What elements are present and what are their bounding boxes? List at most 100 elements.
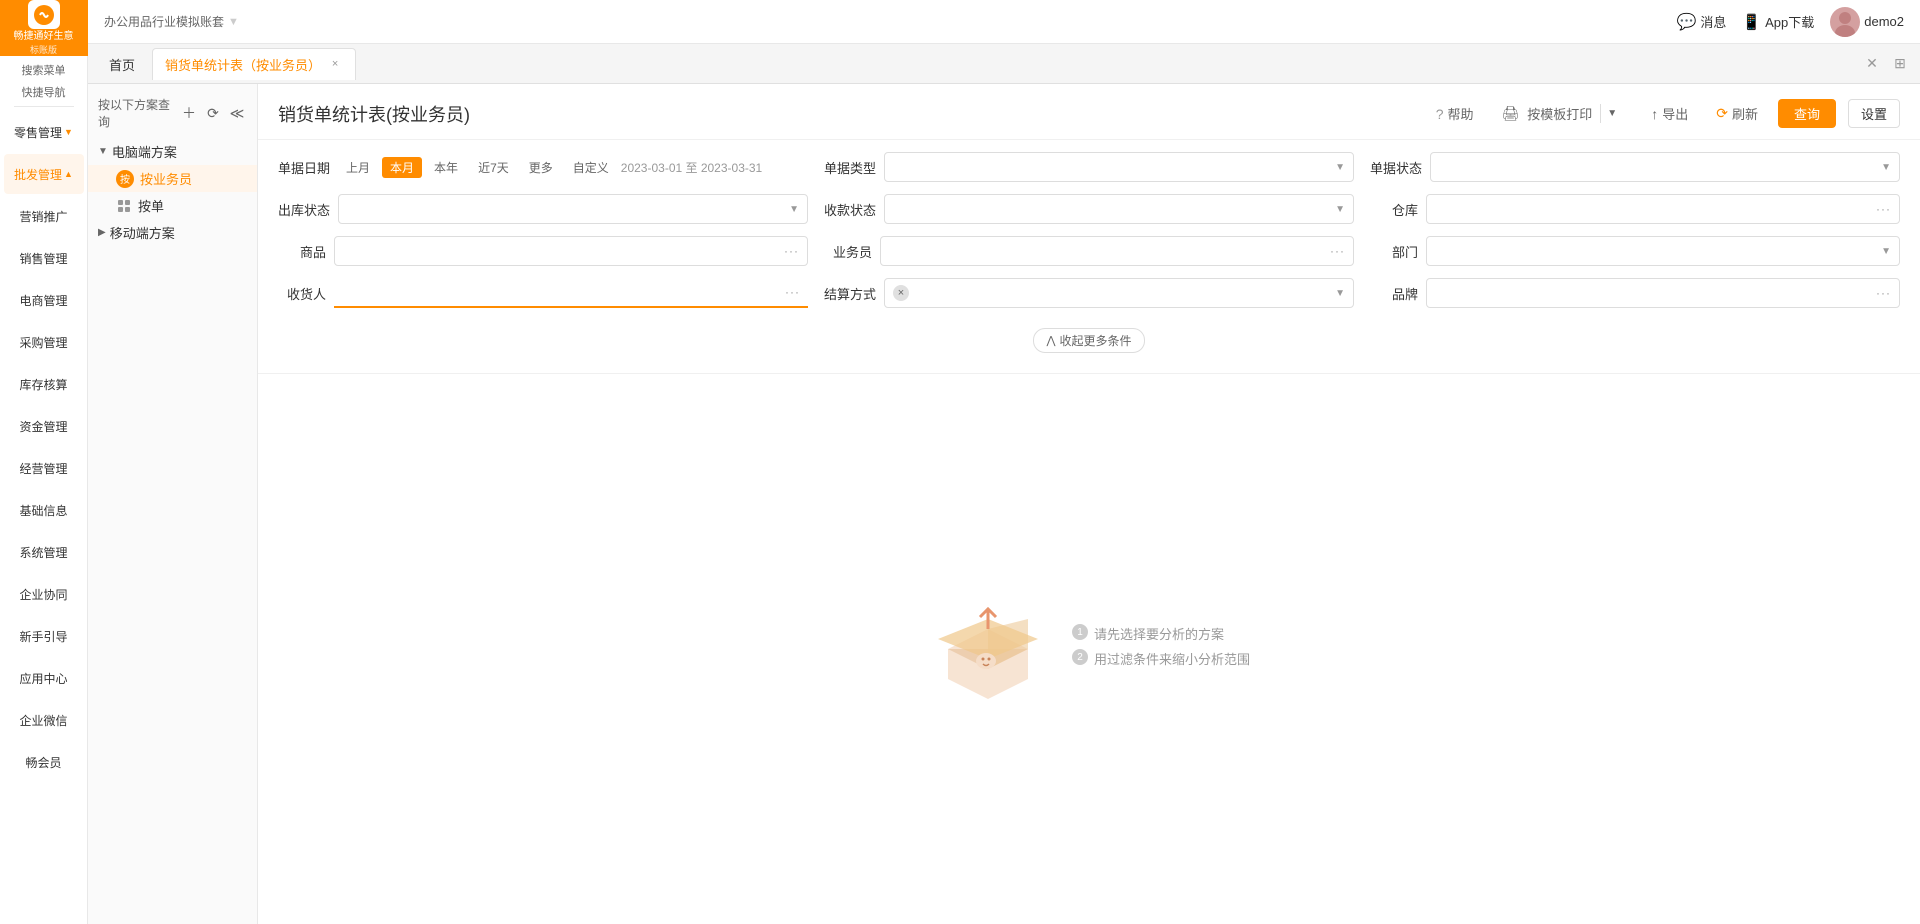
- date-tab-more[interactable]: 更多: [521, 157, 561, 178]
- empty-inner: 1 请先选择要分析的方案 2 用过滤条件来缩小分析范围: [928, 599, 1250, 699]
- refresh-scheme-btn[interactable]: ⟳: [203, 103, 223, 123]
- sidebar-item-basic[interactable]: 基础信息: [4, 490, 84, 530]
- filter-settlement: 结算方式 × ▼: [824, 278, 1354, 308]
- out-status-arrow-icon: ▼: [789, 204, 799, 215]
- sales-rep-input[interactable]: ···: [880, 236, 1354, 266]
- filter-sales-rep: 业务员 ···: [824, 236, 1354, 266]
- help-btn[interactable]: ? 帮助: [1428, 100, 1482, 127]
- tree-group-desktop-label[interactable]: ▼ 电脑端方案: [88, 138, 257, 165]
- sidebar-item-operations[interactable]: 经营管理: [4, 448, 84, 488]
- settlement-clear-btn[interactable]: ×: [893, 285, 909, 301]
- by-order-icon: [116, 198, 132, 214]
- sidebar: 畅捷通好生意 标账版 搜索菜单 快捷导航 零售管理 ▼ 批发管理 ▲ 营销推广 …: [0, 0, 88, 924]
- tab-maximize-btn[interactable]: ⊞: [1888, 52, 1912, 76]
- message-btn[interactable]: 💬 消息: [1676, 12, 1726, 32]
- collapse-btn[interactable]: ⋀ 收起更多条件: [1033, 328, 1144, 353]
- print-arrow-icon[interactable]: ▼: [1600, 104, 1623, 123]
- empty-illustration: [928, 599, 1048, 699]
- date-tab-custom[interactable]: 自定义: [565, 157, 617, 178]
- filter-out-status: 出库状态 ▼: [278, 194, 808, 224]
- sidebar-item-sales-label: 销售管理: [19, 250, 67, 267]
- doc-status-input[interactable]: ▼: [1430, 152, 1900, 182]
- sidebar-item-enterprise[interactable]: 企业协同: [4, 574, 84, 614]
- sidebar-item-operations-label: 经营管理: [19, 460, 67, 477]
- filter-doc-type: 单据类型 ▼: [824, 152, 1354, 182]
- app-download-btn[interactable]: 📱 App下载: [1742, 12, 1814, 31]
- dept-input[interactable]: ▼: [1426, 236, 1900, 266]
- out-status-input[interactable]: ▼: [338, 194, 808, 224]
- tab-sales-stat[interactable]: 销货单统计表（按业务员） ×: [152, 48, 356, 80]
- receipt-status-input[interactable]: ▼: [884, 194, 1354, 224]
- print-icon: 🖨: [1502, 105, 1520, 122]
- sidebar-item-member[interactable]: 畅会员: [4, 742, 84, 782]
- product-input[interactable]: ···: [334, 236, 808, 266]
- user-avatar-btn[interactable]: demo2: [1830, 7, 1904, 37]
- date-tab-this-month[interactable]: 本月: [382, 157, 422, 178]
- settings-label: 设置: [1861, 104, 1887, 123]
- sidebar-item-retail[interactable]: 零售管理 ▼: [4, 112, 84, 152]
- settings-btn[interactable]: 设置: [1848, 99, 1900, 128]
- print-btn[interactable]: 🖨 按模板打印 ▼: [1494, 96, 1632, 131]
- tree-group-desktop: ▼ 电脑端方案 按 按业务员 按单: [88, 138, 257, 219]
- page-title: 销货单统计表(按业务员): [278, 101, 470, 127]
- search-menu-label: 搜索菜单: [4, 62, 83, 78]
- consignee-input[interactable]: ···: [334, 278, 808, 308]
- settlement-label: 结算方式: [824, 284, 876, 303]
- date-filter-tabs: 上月 本月 本年 近7天 更多 自定义: [338, 157, 617, 178]
- brand-input[interactable]: ···: [1426, 278, 1900, 308]
- add-scheme-btn[interactable]: ＋: [179, 103, 199, 123]
- user-name: demo2: [1864, 14, 1904, 29]
- filter-row-3: 商品 ··· 业务员 ··· 部门: [278, 236, 1900, 266]
- sidebar-item-wholesale[interactable]: 批发管理 ▲: [4, 154, 84, 194]
- tab-close-all-btn[interactable]: ✕: [1860, 52, 1884, 76]
- collapse-row: ⋀ 收起更多条件: [278, 320, 1900, 361]
- brand-label: 品牌: [1370, 284, 1418, 303]
- search-menu-btn[interactable]: 搜索菜单: [0, 56, 87, 80]
- sidebar-item-system[interactable]: 系统管理: [4, 532, 84, 572]
- query-btn[interactable]: 查询: [1778, 99, 1836, 128]
- sidebar-item-newbie[interactable]: 新手引导: [4, 616, 84, 656]
- filter-consignee: 收货人 ···: [278, 278, 808, 308]
- refresh-btn[interactable]: ⟳ 刷新: [1708, 100, 1766, 127]
- quick-nav-btn[interactable]: 快捷导航: [0, 80, 87, 102]
- tree-group-mobile-label[interactable]: ▶ 移动端方案: [88, 219, 257, 246]
- filter-dept: 部门 ▼: [1370, 236, 1900, 266]
- filter-product: 商品 ···: [278, 236, 808, 266]
- date-tab-last-7[interactable]: 近7天: [470, 157, 517, 178]
- empty-step-2-text: 用过滤条件来缩小分析范围: [1094, 649, 1250, 668]
- phone-icon: 📱: [1742, 13, 1761, 31]
- app-name: 畅捷通好生意: [14, 31, 74, 43]
- sidebar-item-appcenter[interactable]: 应用中心: [4, 658, 84, 698]
- settlement-input[interactable]: × ▼: [884, 278, 1354, 308]
- empty-content: 1 请先选择要分析的方案 2 用过滤条件来缩小分析范围: [928, 599, 1250, 699]
- sidebar-item-sales[interactable]: 销售管理: [4, 238, 84, 278]
- retail-arrow-icon: ▼: [64, 127, 73, 137]
- sidebar-item-inventory[interactable]: 库存核算: [4, 364, 84, 404]
- doc-status-arrow-icon: ▼: [1881, 162, 1891, 173]
- date-tab-last-month[interactable]: 上月: [338, 157, 378, 178]
- sidebar-item-wechat[interactable]: 企业微信: [4, 700, 84, 740]
- tab-close-btn[interactable]: ×: [327, 56, 343, 72]
- tree-child-by-order[interactable]: 按单: [88, 192, 257, 219]
- tree-group-desktop-text: 电脑端方案: [112, 142, 177, 161]
- right-content: 销货单统计表(按业务员) ? 帮助 🖨 按模板打印 ▼ ↑ 导出: [258, 84, 1920, 924]
- export-btn[interactable]: ↑ 导出: [1643, 100, 1696, 127]
- breadcrumb: 办公用品行业模拟账套 ▼: [104, 13, 1664, 30]
- consignee-label: 收货人: [278, 284, 326, 303]
- doc-type-input[interactable]: ▼: [884, 152, 1354, 182]
- collapse-panel-btn[interactable]: ≪: [227, 103, 247, 123]
- left-panel-icons: ＋ ⟳ ≪: [179, 103, 247, 123]
- warehouse-dots-icon: ···: [1876, 202, 1891, 216]
- tab-home[interactable]: 首页: [96, 48, 148, 80]
- sidebar-item-member-label: 畅会员: [25, 754, 61, 771]
- tree-child-sales-rep[interactable]: 按 按业务员: [88, 165, 257, 192]
- sidebar-item-newbie-label: 新手引导: [19, 628, 67, 645]
- sidebar-item-purchase[interactable]: 采购管理: [4, 322, 84, 362]
- date-tab-this-year[interactable]: 本年: [426, 157, 466, 178]
- logo-icon: [28, 0, 60, 29]
- sidebar-item-finance[interactable]: 资金管理: [4, 406, 84, 446]
- sidebar-item-marketing[interactable]: 营销推广: [4, 196, 84, 236]
- warehouse-input[interactable]: ···: [1426, 194, 1900, 224]
- sales-rep-dots-icon: ···: [1330, 244, 1345, 258]
- sidebar-item-ecom[interactable]: 电商管理: [4, 280, 84, 320]
